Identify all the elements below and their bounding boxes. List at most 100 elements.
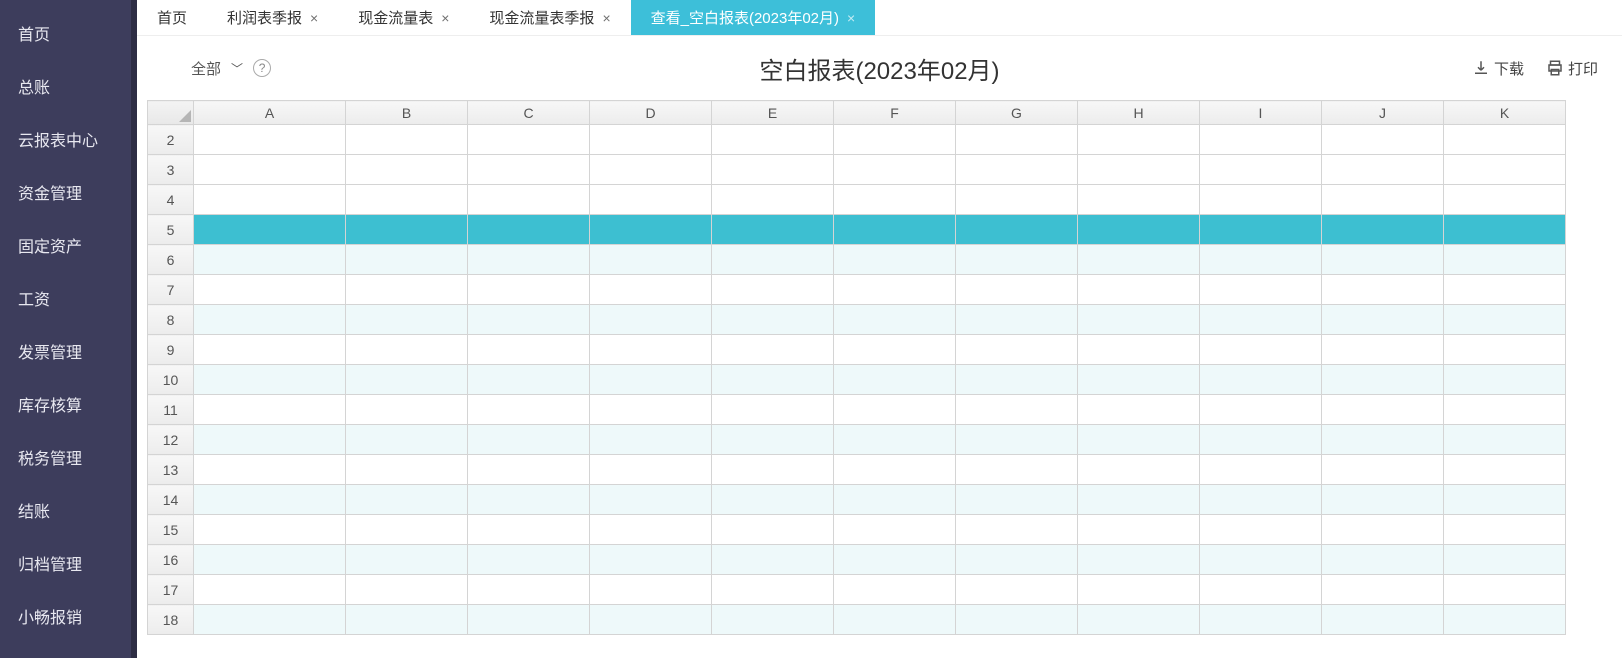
- cell-G13[interactable]: [956, 455, 1078, 485]
- cell-K7[interactable]: [1444, 275, 1566, 305]
- cell-F5[interactable]: [834, 215, 956, 245]
- cell-J17[interactable]: [1322, 575, 1444, 605]
- cell-G15[interactable]: [956, 515, 1078, 545]
- cell-G9[interactable]: [956, 335, 1078, 365]
- row-header-16[interactable]: 16: [148, 545, 194, 575]
- cell-F11[interactable]: [834, 395, 956, 425]
- cell-D18[interactable]: [590, 605, 712, 635]
- cell-H5[interactable]: [1078, 215, 1200, 245]
- cell-E8[interactable]: [712, 305, 834, 335]
- cell-B15[interactable]: [346, 515, 468, 545]
- cell-E17[interactable]: [712, 575, 834, 605]
- cell-A8[interactable]: [194, 305, 346, 335]
- cell-I10[interactable]: [1200, 365, 1322, 395]
- cell-F14[interactable]: [834, 485, 956, 515]
- cell-K17[interactable]: [1444, 575, 1566, 605]
- cell-J9[interactable]: [1322, 335, 1444, 365]
- cell-K10[interactable]: [1444, 365, 1566, 395]
- cell-F8[interactable]: [834, 305, 956, 335]
- cell-G2[interactable]: [956, 125, 1078, 155]
- cell-B11[interactable]: [346, 395, 468, 425]
- cell-I5[interactable]: [1200, 215, 1322, 245]
- cell-E13[interactable]: [712, 455, 834, 485]
- cell-H6[interactable]: [1078, 245, 1200, 275]
- cell-I2[interactable]: [1200, 125, 1322, 155]
- cell-F17[interactable]: [834, 575, 956, 605]
- cell-C7[interactable]: [468, 275, 590, 305]
- cell-G10[interactable]: [956, 365, 1078, 395]
- cell-B4[interactable]: [346, 185, 468, 215]
- close-icon[interactable]: ×: [310, 10, 318, 26]
- cell-E12[interactable]: [712, 425, 834, 455]
- cell-K8[interactable]: [1444, 305, 1566, 335]
- cell-G6[interactable]: [956, 245, 1078, 275]
- cell-D6[interactable]: [590, 245, 712, 275]
- row-header-11[interactable]: 11: [148, 395, 194, 425]
- help-icon[interactable]: ?: [253, 59, 271, 77]
- cell-I4[interactable]: [1200, 185, 1322, 215]
- cell-E15[interactable]: [712, 515, 834, 545]
- cell-J12[interactable]: [1322, 425, 1444, 455]
- row-header-17[interactable]: 17: [148, 575, 194, 605]
- cell-J16[interactable]: [1322, 545, 1444, 575]
- cell-C6[interactable]: [468, 245, 590, 275]
- cell-F13[interactable]: [834, 455, 956, 485]
- row-header-13[interactable]: 13: [148, 455, 194, 485]
- cell-A6[interactable]: [194, 245, 346, 275]
- cell-J14[interactable]: [1322, 485, 1444, 515]
- cell-B17[interactable]: [346, 575, 468, 605]
- cell-E6[interactable]: [712, 245, 834, 275]
- sidebar-item-1[interactable]: 总账: [0, 59, 131, 112]
- cell-E9[interactable]: [712, 335, 834, 365]
- cell-K3[interactable]: [1444, 155, 1566, 185]
- sidebar-item-9[interactable]: 结账: [0, 483, 131, 536]
- cell-E5[interactable]: [712, 215, 834, 245]
- cell-B13[interactable]: [346, 455, 468, 485]
- row-header-2[interactable]: 2: [148, 125, 194, 155]
- sidebar-item-5[interactable]: 工资: [0, 271, 131, 324]
- column-header-K[interactable]: K: [1444, 101, 1566, 125]
- cell-D9[interactable]: [590, 335, 712, 365]
- cell-J15[interactable]: [1322, 515, 1444, 545]
- sidebar-item-8[interactable]: 税务管理: [0, 430, 131, 483]
- cell-A7[interactable]: [194, 275, 346, 305]
- tab-4[interactable]: 查看_空白报表(2023年02月)×: [631, 0, 876, 35]
- cell-F3[interactable]: [834, 155, 956, 185]
- cell-A10[interactable]: [194, 365, 346, 395]
- row-header-18[interactable]: 18: [148, 605, 194, 635]
- sidebar-item-7[interactable]: 库存核算: [0, 377, 131, 430]
- row-header-15[interactable]: 15: [148, 515, 194, 545]
- row-header-3[interactable]: 3: [148, 155, 194, 185]
- cell-K11[interactable]: [1444, 395, 1566, 425]
- cell-D4[interactable]: [590, 185, 712, 215]
- cell-H3[interactable]: [1078, 155, 1200, 185]
- cell-D8[interactable]: [590, 305, 712, 335]
- cell-D15[interactable]: [590, 515, 712, 545]
- cell-K13[interactable]: [1444, 455, 1566, 485]
- cell-I7[interactable]: [1200, 275, 1322, 305]
- cell-K15[interactable]: [1444, 515, 1566, 545]
- sidebar-item-10[interactable]: 归档管理: [0, 536, 131, 589]
- cell-K9[interactable]: [1444, 335, 1566, 365]
- spreadsheet[interactable]: ABCDEFGHIJK23456789101112131415161718: [137, 100, 1622, 658]
- tab-2[interactable]: 现金流量表×: [338, 0, 469, 35]
- cell-C10[interactable]: [468, 365, 590, 395]
- print-button[interactable]: 打印: [1546, 58, 1598, 79]
- cell-A17[interactable]: [194, 575, 346, 605]
- column-header-A[interactable]: A: [194, 101, 346, 125]
- cell-J13[interactable]: [1322, 455, 1444, 485]
- cell-I14[interactable]: [1200, 485, 1322, 515]
- column-header-D[interactable]: D: [590, 101, 712, 125]
- row-header-12[interactable]: 12: [148, 425, 194, 455]
- cell-H7[interactable]: [1078, 275, 1200, 305]
- cell-J2[interactable]: [1322, 125, 1444, 155]
- row-header-7[interactable]: 7: [148, 275, 194, 305]
- cell-K12[interactable]: [1444, 425, 1566, 455]
- cell-A9[interactable]: [194, 335, 346, 365]
- cell-B2[interactable]: [346, 125, 468, 155]
- cell-A11[interactable]: [194, 395, 346, 425]
- cell-D7[interactable]: [590, 275, 712, 305]
- cell-C2[interactable]: [468, 125, 590, 155]
- cell-K18[interactable]: [1444, 605, 1566, 635]
- cell-G8[interactable]: [956, 305, 1078, 335]
